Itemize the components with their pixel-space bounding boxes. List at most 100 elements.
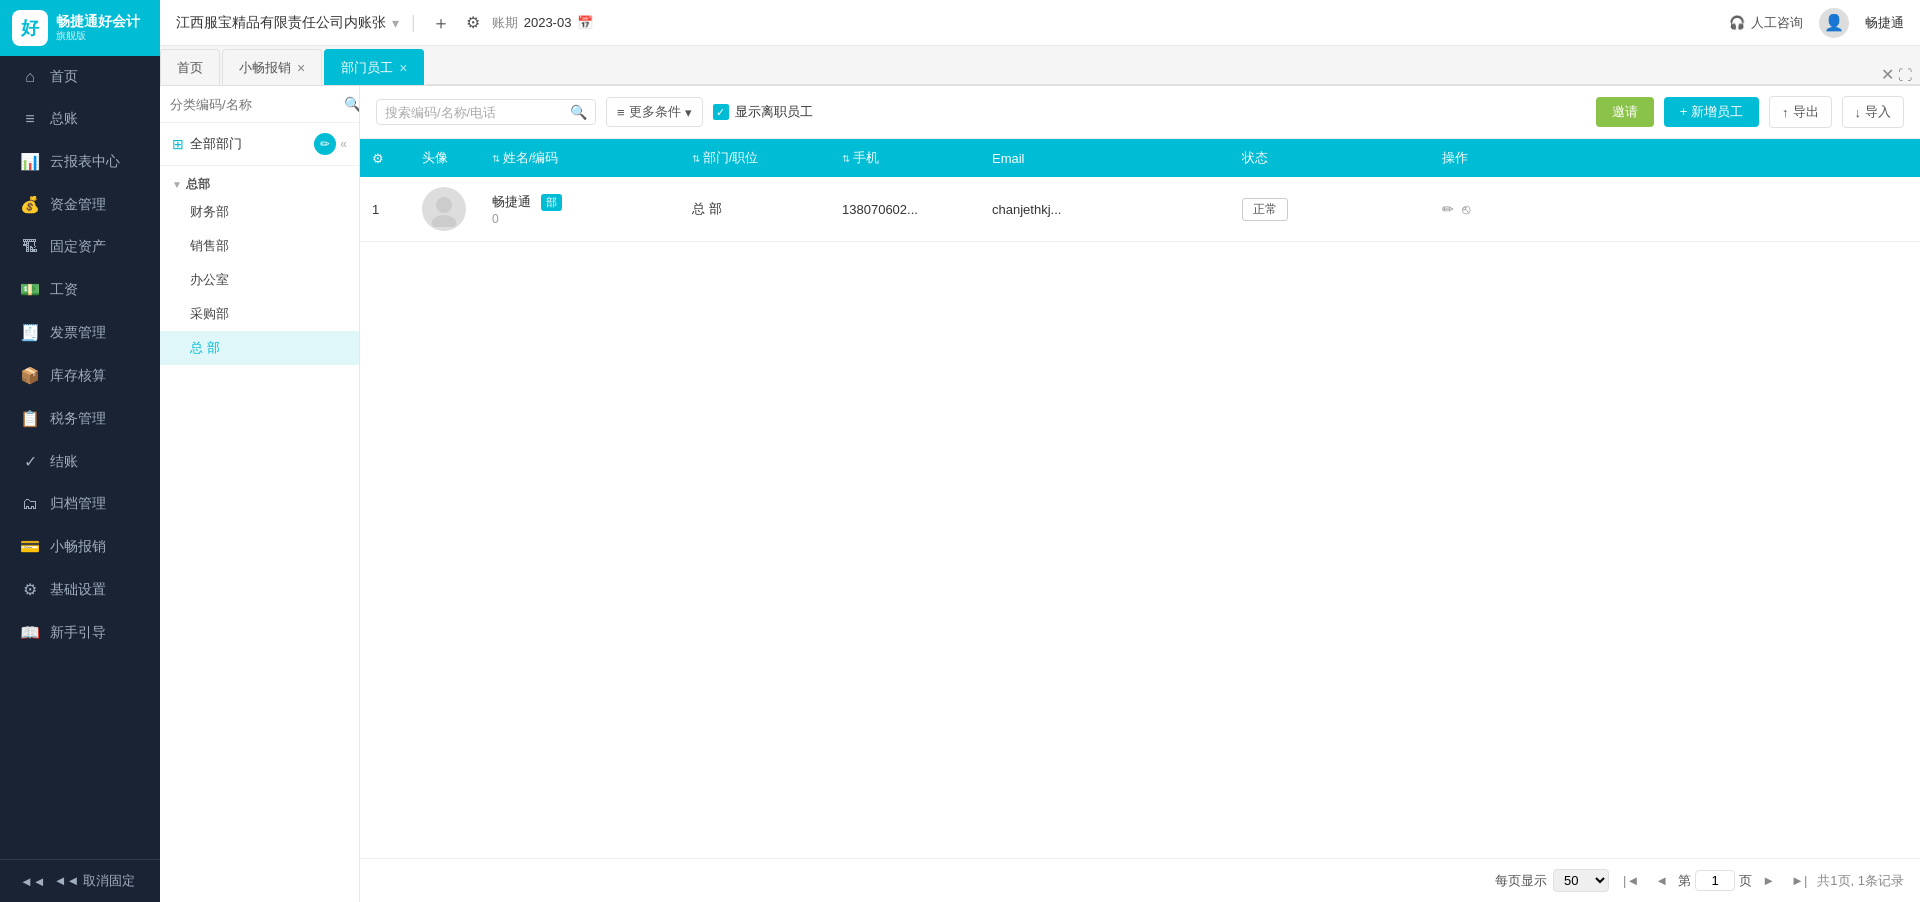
edit-button[interactable]: ✏ bbox=[1442, 201, 1454, 217]
dept-group-parent[interactable]: ▼ 总部 bbox=[160, 170, 359, 195]
sidebar: 好 畅捷通好会计 旗舰版 ⌂ 首页 ≡ 总账 📊 云报表中心 💰 资金管理 🏗 … bbox=[0, 0, 160, 902]
logo-text: 畅捷通好会计 旗舰版 bbox=[56, 13, 140, 44]
sidebar-item-checkout[interactable]: ✓ 结账 bbox=[0, 440, 160, 483]
page-content: 🔍 ⊞ 全部部门 ✏ « ▼ 总部 财务部 销售部 办公室 bbox=[160, 86, 1920, 902]
dept-search-icon[interactable]: 🔍 bbox=[344, 96, 360, 112]
dept-add-button[interactable]: ✏ bbox=[314, 133, 336, 155]
sidebar-item-salary[interactable]: 💵 工资 bbox=[0, 268, 160, 311]
action-buttons: ✏ ⎋ bbox=[1442, 201, 1908, 217]
sidebar-item-fixed-assets[interactable]: 🏗 固定资产 bbox=[0, 226, 160, 268]
status-badge: 正常 bbox=[1242, 198, 1288, 221]
show-resigned-checkbox[interactable]: ✓ bbox=[713, 104, 729, 120]
sidebar-item-reports[interactable]: 📊 云报表中心 bbox=[0, 140, 160, 183]
cell-name: 畅捷通 部 0 bbox=[480, 177, 680, 242]
sidebar-logo[interactable]: 好 畅捷通好会计 旗舰版 bbox=[0, 0, 160, 56]
tab-home[interactable]: 首页 bbox=[160, 49, 220, 85]
col-index: ⚙ bbox=[360, 139, 410, 177]
company-dropdown-icon: ▾ bbox=[392, 15, 399, 31]
col-dept[interactable]: ⇅ 部门/职位 bbox=[680, 139, 830, 177]
employee-avatar bbox=[422, 187, 466, 231]
employee-search-bar: 🔍 bbox=[376, 99, 596, 125]
employee-search-input[interactable] bbox=[385, 105, 564, 120]
dept-item-sales[interactable]: 销售部 bbox=[160, 229, 359, 263]
tab-department[interactable]: 部门员工 × bbox=[324, 49, 424, 85]
sidebar-item-expense[interactable]: 💳 小畅报销 bbox=[0, 525, 160, 568]
dept-item-finance[interactable]: 财务部 bbox=[160, 195, 359, 229]
page-total-label: 共1页, 1条记录 bbox=[1817, 872, 1904, 890]
sidebar-item-invoice[interactable]: 🧾 发票管理 bbox=[0, 311, 160, 354]
tab-bar: 首页 小畅报销 × 部门员工 × ✕ ⛶ bbox=[160, 46, 1920, 86]
dept-search-input[interactable] bbox=[170, 97, 338, 112]
sidebar-item-home[interactable]: ⌂ 首页 bbox=[0, 56, 160, 98]
col-actions: 操作 bbox=[1430, 139, 1920, 177]
dept-tree: ▼ 总部 财务部 销售部 办公室 采购部 总 部 bbox=[160, 166, 359, 369]
checkout-icon: ✓ bbox=[20, 452, 40, 471]
tab-expand[interactable]: ⛶ bbox=[1898, 67, 1912, 83]
col-name[interactable]: ⇅ 姓名/编码 bbox=[480, 139, 680, 177]
employee-search-icon[interactable]: 🔍 bbox=[570, 104, 587, 120]
dept-collapse-button[interactable]: « bbox=[340, 137, 347, 151]
cell-email: chanjethkj... bbox=[980, 177, 1230, 242]
import-button[interactable]: ↓ 导入 bbox=[1842, 96, 1905, 128]
invite-button[interactable]: 邀请 bbox=[1596, 97, 1654, 127]
sidebar-item-ledger[interactable]: ≡ 总账 bbox=[0, 98, 160, 140]
admin-badge: 部 bbox=[541, 194, 562, 211]
col-status: 状态 bbox=[1230, 139, 1430, 177]
ledger-icon: ≡ bbox=[20, 110, 40, 128]
sidebar-item-settings[interactable]: ⚙ 基础设置 bbox=[0, 568, 160, 611]
add-company-button[interactable]: ＋ bbox=[428, 10, 454, 36]
col-email: Email bbox=[980, 139, 1230, 177]
per-page-select[interactable]: 50 100 200 bbox=[1553, 869, 1609, 892]
page-first-button[interactable]: |◄ bbox=[1617, 871, 1645, 890]
inventory-icon: 📦 bbox=[20, 366, 40, 385]
filter-dropdown-icon: ▾ bbox=[685, 105, 692, 120]
topbar-right: 🎧 人工咨询 👤 畅捷通 bbox=[1729, 8, 1904, 38]
topbar: 江西服宝精品有限责任公司内账张 ▾ | ＋ ⚙ 账期 2023-03 📅 🎧 人… bbox=[160, 0, 1920, 46]
table-row: 1 畅捷通 部 bbox=[360, 177, 1920, 242]
avatar-icon: 👤 bbox=[1824, 13, 1844, 32]
username-label: 畅捷通 bbox=[1865, 14, 1904, 32]
col-phone[interactable]: ⇅ 手机 bbox=[830, 139, 980, 177]
dept-item-procurement[interactable]: 采购部 bbox=[160, 297, 359, 331]
sidebar-unpin-button[interactable]: ◄◄ ◄◄ 取消固定 bbox=[0, 859, 160, 902]
tab-department-close[interactable]: × bbox=[399, 60, 407, 76]
sort-name-icon: ⇅ bbox=[492, 153, 503, 164]
company-selector[interactable]: 江西服宝精品有限责任公司内账张 ▾ bbox=[176, 14, 399, 32]
settings-button[interactable]: ⚙ bbox=[466, 13, 480, 32]
capital-icon: 💰 bbox=[20, 195, 40, 214]
grid-icon: ⊞ bbox=[172, 136, 184, 152]
tab-expense-close[interactable]: × bbox=[297, 60, 305, 76]
export-icon: ↑ bbox=[1782, 105, 1789, 120]
home-icon: ⌂ bbox=[20, 68, 40, 86]
expense-icon: 💳 bbox=[20, 537, 40, 556]
department-panel: 🔍 ⊞ 全部部门 ✏ « ▼ 总部 财务部 销售部 办公室 bbox=[160, 86, 360, 902]
add-employee-button[interactable]: + 新增员工 bbox=[1664, 97, 1759, 127]
dept-item-office[interactable]: 办公室 bbox=[160, 263, 359, 297]
all-departments-header[interactable]: ⊞ 全部部门 ✏ « bbox=[160, 123, 359, 166]
calendar-icon[interactable]: 📅 bbox=[577, 15, 593, 30]
fixed-assets-icon: 🏗 bbox=[20, 238, 40, 256]
sidebar-item-archive[interactable]: 🗂 归档管理 bbox=[0, 483, 160, 525]
tab-close-all[interactable]: ✕ bbox=[1881, 65, 1894, 84]
reports-icon: 📊 bbox=[20, 152, 40, 171]
sidebar-item-inventory[interactable]: 📦 库存核算 bbox=[0, 354, 160, 397]
export-button[interactable]: ↑ 导出 bbox=[1769, 96, 1832, 128]
sidebar-item-guide[interactable]: 📖 新手引导 bbox=[0, 611, 160, 654]
page-prev-button[interactable]: ◄ bbox=[1649, 871, 1674, 890]
tab-expense[interactable]: 小畅报销 × bbox=[222, 49, 322, 85]
sidebar-item-capital[interactable]: 💰 资金管理 bbox=[0, 183, 160, 226]
page-next-button[interactable]: ► bbox=[1756, 871, 1781, 890]
show-resigned-toggle[interactable]: ✓ 显示离职员工 bbox=[713, 103, 813, 121]
page-last-button[interactable]: ►| bbox=[1785, 871, 1813, 890]
cell-dept: 总 部 bbox=[680, 177, 830, 242]
service-button[interactable]: 🎧 人工咨询 bbox=[1729, 14, 1803, 32]
sidebar-item-tax[interactable]: 📋 税务管理 bbox=[0, 397, 160, 440]
page-number-input[interactable] bbox=[1695, 870, 1735, 891]
pagination-controls: |◄ ◄ 第 页 ► ►| 共1页, 1条记录 bbox=[1617, 870, 1904, 891]
filter-button[interactable]: ≡ 更多条件 ▾ bbox=[606, 97, 703, 127]
dept-item-general[interactable]: 总 部 bbox=[160, 331, 359, 365]
sort-dept-icon: ⇅ bbox=[692, 153, 703, 164]
user-avatar[interactable]: 👤 bbox=[1819, 8, 1849, 38]
per-page-selector: 每页显示 50 100 200 bbox=[1495, 869, 1609, 892]
logout-button[interactable]: ⎋ bbox=[1462, 201, 1470, 217]
